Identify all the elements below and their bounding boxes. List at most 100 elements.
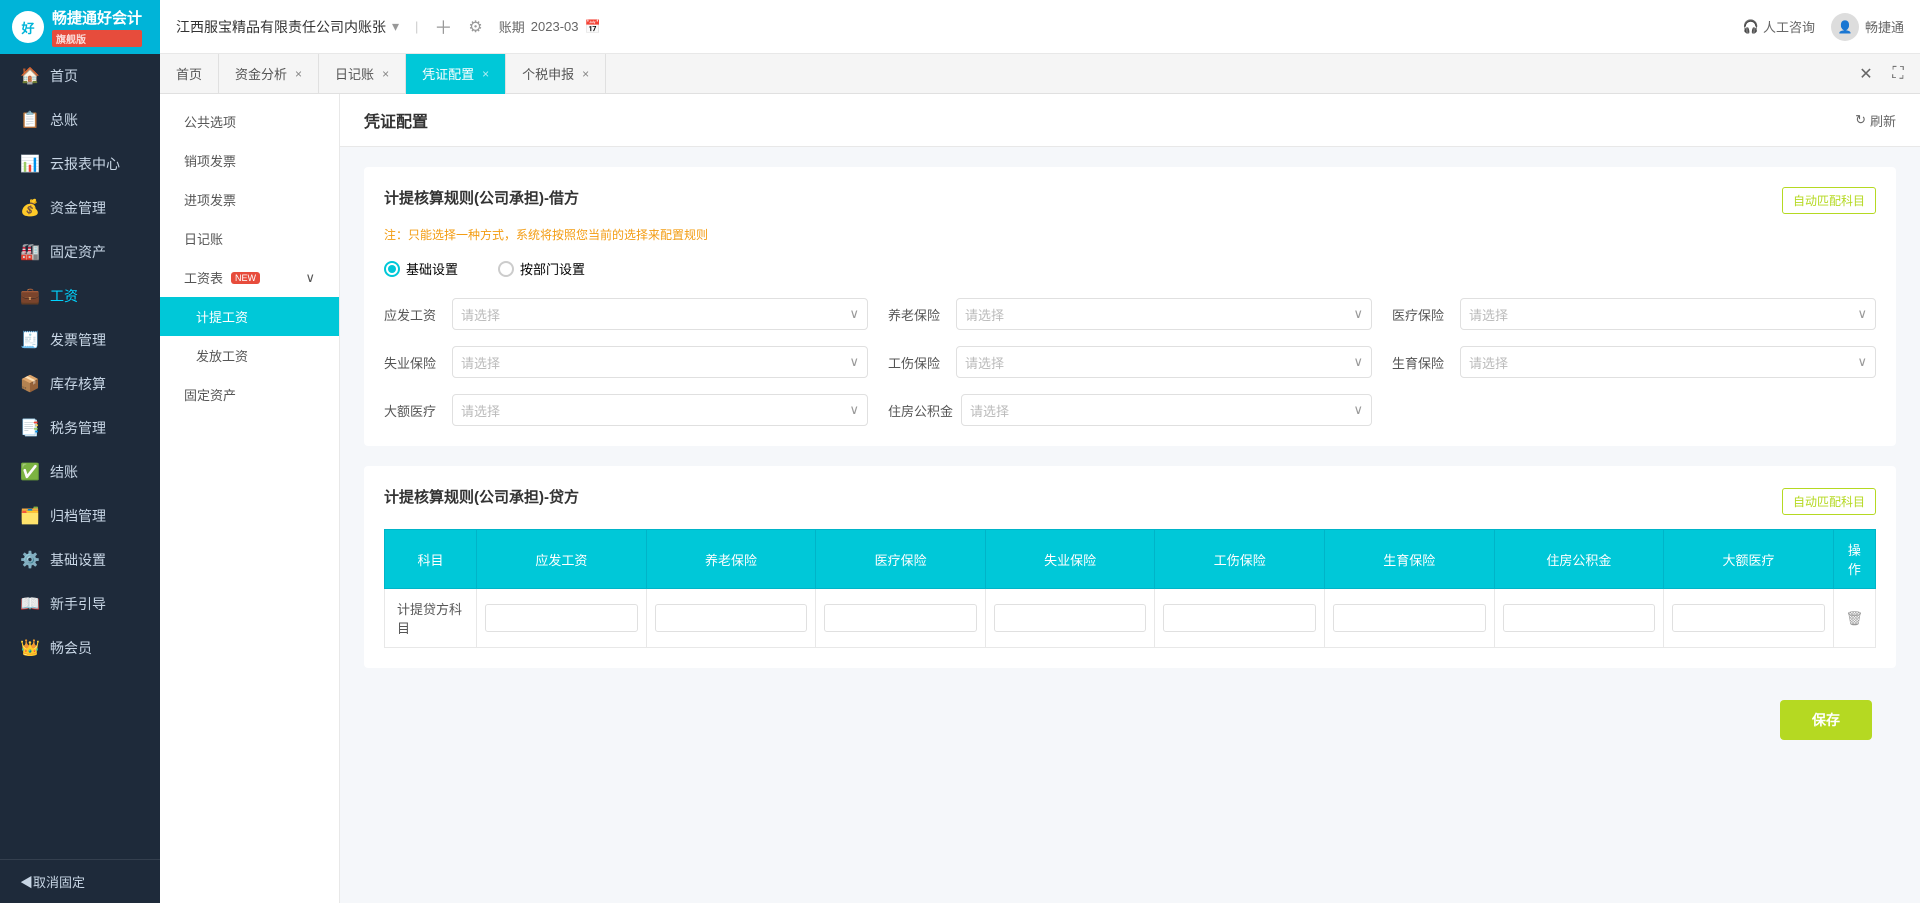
label-yanglao: 养老保险: [888, 305, 948, 324]
tab-capital[interactable]: 资金分析 ×: [219, 54, 319, 94]
topbar-right: 🎧 人工咨询 👤 畅捷通: [1743, 13, 1904, 41]
nav-journal[interactable]: 日记账: [160, 219, 339, 258]
sidebar-item-inventory[interactable]: 📦 库存核算: [0, 362, 160, 406]
credit-auto-match-btn[interactable]: 自动匹配科目: [1782, 488, 1876, 515]
radio-basic-circle: [384, 261, 400, 277]
select-shiye[interactable]: 请选择 ∨: [452, 346, 868, 378]
radio-group: 基础设置 按部门设置: [384, 259, 1876, 278]
debit-auto-match-btn[interactable]: 自动匹配科目: [1782, 187, 1876, 214]
sidebar-item-vip[interactable]: 👑 畅会员: [0, 626, 160, 670]
input-dae[interactable]: [1672, 604, 1825, 632]
checkout-icon: ✅: [20, 462, 40, 482]
sidebar-item-salary[interactable]: 💼 工资: [0, 274, 160, 318]
nav-purchase[interactable]: 进项发票: [160, 180, 339, 219]
company-dropdown-icon: ▾: [392, 18, 399, 35]
nav-salary-pay-label: 发放工资: [196, 349, 248, 364]
th-yanglao: 养老保险: [646, 530, 816, 589]
sidebar-item-guide[interactable]: 📖 新手引导: [0, 582, 160, 626]
debit-section: 计提核算规则(公司承担)-借方 自动匹配科目 注：只能选择一种方式，系统将按照您…: [364, 167, 1896, 446]
maximize-btn[interactable]: ⛶: [1884, 60, 1912, 88]
close-window-btn[interactable]: ✕: [1852, 60, 1880, 88]
input-yanglao[interactable]: [655, 604, 808, 632]
sidebar-item-archive[interactable]: 🗂️ 归档管理: [0, 494, 160, 538]
sidebar-item-invoice[interactable]: 🧾 发票管理: [0, 318, 160, 362]
tab-tax[interactable]: 个税申报 ×: [506, 54, 606, 94]
input-yingfa[interactable]: [485, 604, 638, 632]
input-gongjijin[interactable]: [1503, 604, 1656, 632]
page-header: 凭证配置 ↻ 刷新: [340, 94, 1920, 147]
nav-salary-calc[interactable]: 计提工资: [160, 297, 339, 336]
select-yanglao[interactable]: 请选择 ∨: [956, 298, 1372, 330]
select-dae-yiliao[interactable]: 请选择 ∨: [452, 394, 868, 426]
input-gongshang[interactable]: [1163, 604, 1316, 632]
sidebar-item-settings[interactable]: ⚙️ 基础设置: [0, 538, 160, 582]
add-company-btn[interactable]: ＋: [434, 14, 452, 40]
sidebar-item-label-invoice: 发票管理: [50, 330, 106, 350]
label-gongjijin: 住房公积金: [888, 401, 953, 420]
sidebar-item-ledger[interactable]: 📋 总账: [0, 98, 160, 142]
select-gongjijin[interactable]: 请选择 ∨: [961, 394, 1372, 426]
cancel-fixed-label: ◀取消固定: [20, 872, 85, 891]
input-shengyu[interactable]: [1333, 604, 1486, 632]
field-shiye: 失业保险 请选择 ∨: [384, 346, 868, 378]
sidebar-item-home[interactable]: 🏠 首页: [0, 54, 160, 98]
delete-row-btn[interactable]: 🗑: [1845, 610, 1863, 626]
select-yingfa[interactable]: 请选择 ∨: [452, 298, 868, 330]
sidebar-item-capital[interactable]: 💰 资金管理: [0, 186, 160, 230]
nav-public[interactable]: 公共选项: [160, 102, 339, 141]
user-menu[interactable]: 👤 畅捷通: [1831, 13, 1904, 41]
service-btn[interactable]: 🎧 人工咨询: [1743, 17, 1815, 36]
salary-icon: 💼: [20, 286, 40, 306]
tab-capital-close[interactable]: ×: [295, 67, 302, 81]
nav-salary-table[interactable]: 工资表 NEW ∨: [160, 258, 339, 297]
nav-salary-pay[interactable]: 发放工资: [160, 336, 339, 375]
sidebar-item-label-salary: 工资: [50, 286, 78, 306]
refresh-btn[interactable]: ↻ 刷新: [1855, 111, 1896, 130]
select-yiliao[interactable]: 请选择 ∨: [1460, 298, 1876, 330]
input-shiye[interactable]: [994, 604, 1147, 632]
select-shengyu[interactable]: 请选择 ∨: [1460, 346, 1876, 378]
sidebar-item-reports[interactable]: 📊 云报表中心: [0, 142, 160, 186]
sidebar-item-checkout[interactable]: ✅ 结账: [0, 450, 160, 494]
tab-voucher-close[interactable]: ×: [482, 67, 489, 81]
credit-section: 计提核算规则(公司承担)-贷方 自动匹配科目 科目 应发工资 养老保险 医疗保险…: [364, 466, 1896, 668]
calendar-icon[interactable]: 📅: [585, 19, 601, 35]
avatar: 👤: [1831, 13, 1859, 41]
select-gongshang[interactable]: 请选择 ∨: [956, 346, 1372, 378]
home-icon: 🏠: [20, 66, 40, 86]
sidebar-item-tax[interactable]: 📑 税务管理: [0, 406, 160, 450]
logo-icon: 好: [12, 11, 44, 43]
save-bar: 保存: [364, 688, 1896, 752]
period-value: 2023-03: [531, 19, 579, 34]
tab-home[interactable]: 首页: [160, 54, 219, 94]
label-dae-yiliao: 大额医疗: [384, 401, 444, 420]
nav-sales[interactable]: 销项发票: [160, 141, 339, 180]
field-yiliao: 医疗保险 请选择 ∨: [1392, 298, 1876, 330]
chevron-down-icon-2: ∨: [1353, 306, 1363, 322]
save-button[interactable]: 保存: [1780, 700, 1872, 740]
chevron-down-icon-6: ∨: [1857, 354, 1867, 370]
tab-voucher-config[interactable]: 凭证配置 ×: [406, 54, 506, 94]
nav-sales-label: 销项发票: [184, 151, 236, 170]
tab-tax-close[interactable]: ×: [582, 67, 589, 81]
field-yanglao: 养老保险 请选择 ∨: [888, 298, 1372, 330]
nav-salary-table-label: 工资表: [184, 268, 223, 287]
cancel-fixed-btn[interactable]: ◀取消固定: [0, 859, 160, 903]
sidebar-item-assets[interactable]: 🏭 固定资产: [0, 230, 160, 274]
credit-section-title: 计提核算规则(公司承担)-贷方: [384, 486, 579, 507]
th-action: 操作: [1833, 530, 1875, 589]
tab-journal[interactable]: 日记账 ×: [319, 54, 406, 94]
topbar-settings-btn[interactable]: ⚙: [468, 17, 482, 37]
th-subject: 科目: [385, 530, 477, 589]
content-area: 凭证配置 ↻ 刷新 计提核算规则(公司承担)-借方 自动匹配科目 注：只能选择一…: [340, 94, 1920, 903]
radio-basic[interactable]: 基础设置: [384, 259, 458, 278]
label-yiliao: 医疗保险: [1392, 305, 1452, 324]
input-yiliao[interactable]: [824, 604, 977, 632]
tab-journal-close[interactable]: ×: [382, 67, 389, 81]
nav-fixed-assets[interactable]: 固定资产: [160, 375, 339, 414]
field-shengyu: 生育保险 请选择 ∨: [1392, 346, 1876, 378]
nav-fixed-assets-label: 固定资产: [184, 385, 236, 404]
company-selector[interactable]: 江西服宝精品有限责任公司内账张 ▾: [176, 17, 399, 37]
radio-dept[interactable]: 按部门设置: [498, 259, 585, 278]
page-title: 凭证配置: [364, 108, 428, 132]
